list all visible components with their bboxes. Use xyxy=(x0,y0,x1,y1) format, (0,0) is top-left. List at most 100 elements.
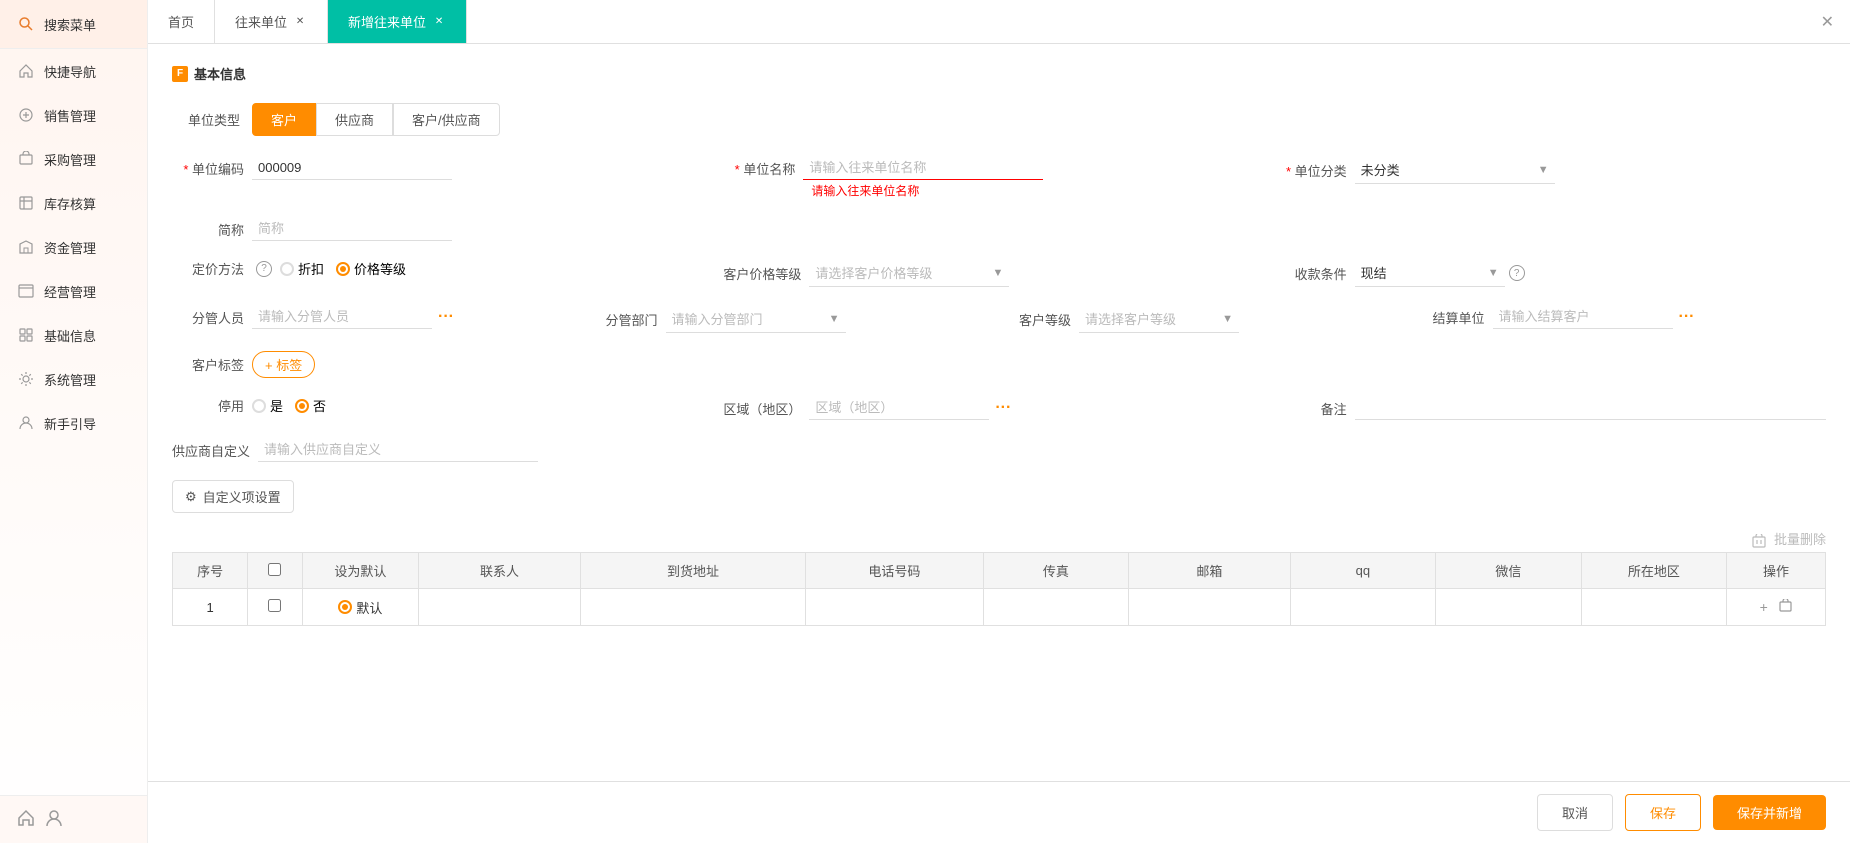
radio-price-level-circle xyxy=(336,262,350,276)
pricing-radio-group: 折扣 价格等级 xyxy=(280,259,406,278)
disabled-label: 停用 xyxy=(172,396,252,415)
cell-address[interactable] xyxy=(580,589,805,626)
tags-label: 客户标签 xyxy=(172,355,252,374)
batch-delete-area: 批量删除 xyxy=(172,529,1826,548)
sidebar-bottom xyxy=(0,795,147,843)
pricing-radio-price-level[interactable]: 价格等级 xyxy=(336,259,406,278)
radio-discount-circle xyxy=(280,262,294,276)
col-weixin: 微信 xyxy=(1436,553,1581,589)
payment-label: 收款条件 xyxy=(1275,264,1355,283)
field-settlement: 结算单位 ··· xyxy=(1413,305,1827,329)
home-bottom-icon[interactable] xyxy=(16,808,36,831)
field-short-name: 简称 xyxy=(172,217,1826,241)
row-delete-btn[interactable] xyxy=(1775,597,1796,617)
address-input[interactable] xyxy=(633,600,753,615)
sidebar-item-finance[interactable]: 资金管理 xyxy=(0,225,147,269)
cancel-button[interactable]: 取消 xyxy=(1537,794,1613,831)
home-icon xyxy=(16,61,36,81)
tab-partners[interactable]: 往来单位 ✕ xyxy=(215,0,328,43)
custom-settings-label: 自定义项设置 xyxy=(203,487,281,506)
contact-table: 序号 设为默认 联系人 到货地址 电话号码 传真 邮箱 qq 微信 所在地区 操… xyxy=(172,552,1826,626)
default-radio[interactable]: 默认 xyxy=(313,598,409,617)
payment-help-icon[interactable]: ? xyxy=(1509,265,1525,281)
table-row: 1 默认 xyxy=(173,589,1826,626)
sidebar-label-inventory: 库存核算 xyxy=(44,194,96,213)
tab-new-partner-close[interactable]: ✕ xyxy=(432,15,446,29)
unit-category-select[interactable]: 未分类 ▼ xyxy=(1355,156,1555,184)
sidebar-item-system[interactable]: 系统管理 xyxy=(0,357,147,401)
add-tag-button[interactable]: + 标签 xyxy=(252,351,315,378)
sidebar-item-inventory[interactable]: 库存核算 xyxy=(0,181,147,225)
customer-level-select[interactable]: 请选择客户等级 ▼ xyxy=(1079,305,1239,333)
qq-input[interactable] xyxy=(1328,600,1398,615)
settlement-input[interactable] xyxy=(1493,305,1673,329)
dept-label: 分管部门 xyxy=(586,310,666,329)
row-add-btn[interactable]: + xyxy=(1756,597,1772,617)
region-more-btn[interactable]: ··· xyxy=(989,399,1017,417)
cell-fax[interactable] xyxy=(983,589,1128,626)
batch-delete-icon xyxy=(1752,532,1770,547)
field-disabled: 停用 是 否 xyxy=(172,396,723,415)
cell-email[interactable] xyxy=(1129,589,1290,626)
save-new-button[interactable]: 保存并新增 xyxy=(1713,795,1826,830)
sidebar-item-base[interactable]: 基础信息 xyxy=(0,313,147,357)
customer-price-select[interactable]: 请选择客户价格等级 ▼ xyxy=(809,259,1009,287)
form-row-supplier-custom: 供应商自定义 xyxy=(172,438,1826,462)
cell-seq: 1 xyxy=(173,589,248,626)
cell-contact[interactable] xyxy=(419,589,580,626)
weixin-input[interactable] xyxy=(1473,600,1543,615)
user-bottom-icon[interactable] xyxy=(44,808,64,831)
cell-weixin[interactable] xyxy=(1436,589,1581,626)
unit-name-input[interactable] xyxy=(803,156,1043,180)
manager-more-btn[interactable]: ··· xyxy=(432,308,460,326)
sidebar-item-purchase[interactable]: 采购管理 xyxy=(0,137,147,181)
supplier-custom-label: 供应商自定义 xyxy=(172,441,258,460)
pricing-radio-discount[interactable]: 折扣 xyxy=(280,259,324,278)
customer-level-placeholder: 请选择客户等级 xyxy=(1085,309,1218,328)
disabled-radio-yes[interactable]: 是 xyxy=(252,396,283,415)
phone-input[interactable] xyxy=(849,600,939,615)
sidebar-label-newbie: 新手引导 xyxy=(44,414,96,433)
email-input[interactable] xyxy=(1169,600,1249,615)
row-checkbox[interactable] xyxy=(268,599,281,612)
custom-settings-button[interactable]: ⚙ 自定义项设置 xyxy=(172,480,294,513)
region-input[interactable] xyxy=(809,396,989,420)
global-close-button[interactable]: ✕ xyxy=(1805,0,1850,43)
type-btn-customer[interactable]: 客户 xyxy=(252,103,316,136)
type-btn-both[interactable]: 客户/供应商 xyxy=(393,103,500,136)
sidebar-item-newbie[interactable]: 新手引导 xyxy=(0,401,147,445)
cell-region[interactable] xyxy=(1581,589,1726,626)
contact-input[interactable] xyxy=(460,600,540,615)
remark-input[interactable] xyxy=(1355,396,1826,420)
sidebar-item-search[interactable]: 搜索菜单 xyxy=(0,0,147,49)
manager-input[interactable] xyxy=(252,305,432,329)
tab-home[interactable]: 首页 xyxy=(148,0,215,43)
fax-input[interactable] xyxy=(1021,600,1091,615)
cell-phone[interactable] xyxy=(806,589,983,626)
supplier-custom-input[interactable] xyxy=(258,438,538,462)
field-remark: 备注 xyxy=(1275,396,1826,420)
type-btn-supplier[interactable]: 供应商 xyxy=(316,103,393,136)
tab-new-partner[interactable]: 新增往来单位 ✕ xyxy=(328,0,467,43)
short-name-label: 简称 xyxy=(172,220,252,239)
tab-partners-label: 往来单位 xyxy=(235,12,287,31)
batch-delete-label[interactable]: 批量删除 xyxy=(1774,532,1826,547)
unit-code-input[interactable] xyxy=(252,156,452,180)
save-button[interactable]: 保存 xyxy=(1625,794,1701,831)
sidebar-item-sales[interactable]: 销售管理 xyxy=(0,93,147,137)
region-table-input[interactable] xyxy=(1619,600,1689,615)
tab-partners-close[interactable]: ✕ xyxy=(293,15,307,29)
short-name-input[interactable] xyxy=(252,217,452,241)
chevron-down-icon5: ▼ xyxy=(1222,313,1233,325)
pricing-help-icon[interactable]: ? xyxy=(256,261,272,277)
unit-code-label: 单位编码 xyxy=(172,159,252,178)
sidebar-item-operations[interactable]: 经营管理 xyxy=(0,269,147,313)
sidebar-item-quicknav[interactable]: 快捷导航 xyxy=(0,49,147,93)
dept-select[interactable]: 请输入分管部门 ▼ xyxy=(666,305,846,333)
disabled-radio-no[interactable]: 否 xyxy=(295,396,326,415)
select-all-checkbox[interactable] xyxy=(268,563,281,576)
radio-yes-circle xyxy=(252,399,266,413)
payment-select[interactable]: 现结 ▼ xyxy=(1355,259,1505,287)
cell-qq[interactable] xyxy=(1290,589,1435,626)
settlement-more-btn[interactable]: ··· xyxy=(1673,308,1701,326)
